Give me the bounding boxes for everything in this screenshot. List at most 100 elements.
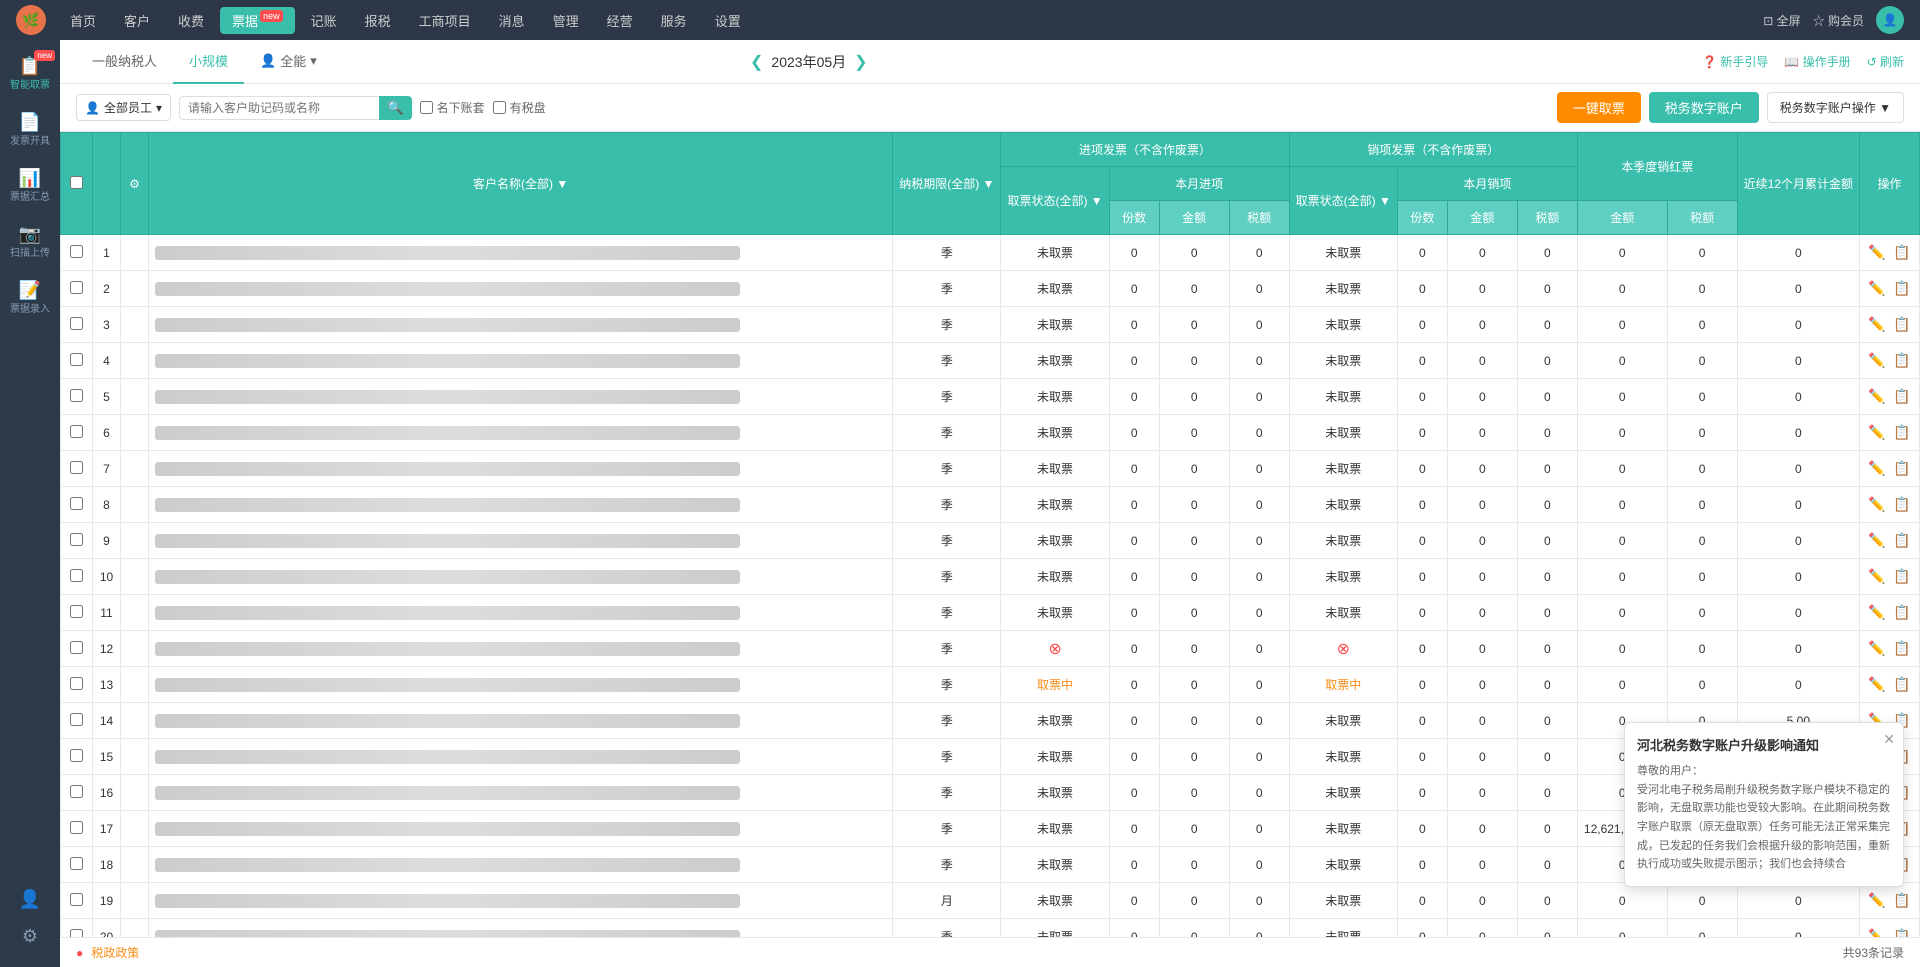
copy-button[interactable]: 📋 <box>1891 278 1912 299</box>
edit-button[interactable]: ✏️ <box>1866 386 1887 407</box>
sidebar-item-smart-ticket[interactable]: 📋 智能取票 new <box>3 48 57 100</box>
edit-button[interactable]: ✏️ <box>1866 422 1887 443</box>
sidebar-item-scan-upload[interactable]: 📷 扫描上传 <box>3 216 57 268</box>
row-checkbox[interactable] <box>70 389 83 402</box>
nav-item-settings[interactable]: 设置 <box>703 7 753 34</box>
one-click-ticket-button[interactable]: 一键取票 <box>1557 92 1641 123</box>
vip-button[interactable]: ☆ 购会员 <box>1813 12 1864 29</box>
col-input-status-header[interactable]: 取票状态(全部) ▼ <box>1001 167 1109 235</box>
col-name-header[interactable]: 客户名称(全部) ▼ <box>149 133 893 235</box>
edit-button[interactable]: ✏️ <box>1866 314 1887 335</box>
employee-select[interactable]: 👤 全部员工 ▾ <box>76 94 171 121</box>
tax-policy-label[interactable]: 税政政策 <box>91 944 139 961</box>
copy-button[interactable]: 📋 <box>1891 386 1912 407</box>
copy-button[interactable]: 📋 <box>1891 890 1912 911</box>
checkbox-accounts[interactable]: 名下账套 <box>420 99 485 116</box>
nav-item-account[interactable]: 记账 <box>299 7 349 34</box>
nav-item-ticket[interactable]: 票据new <box>220 7 295 34</box>
search-button[interactable]: 🔍 <box>379 96 412 120</box>
checkbox-tax-disk-input[interactable] <box>493 101 506 114</box>
row-check[interactable] <box>61 919 93 938</box>
row-check[interactable] <box>61 451 93 487</box>
refresh-button[interactable]: ↺ 刷新 <box>1867 53 1904 70</box>
row-check[interactable] <box>61 595 93 631</box>
edit-button[interactable]: ✏️ <box>1866 278 1887 299</box>
sidebar-item-ticket-entry[interactable]: 📝 票据录入 <box>3 272 57 324</box>
row-check[interactable] <box>61 343 93 379</box>
tab-small-scale[interactable]: 小规模 <box>173 40 244 84</box>
nav-item-service[interactable]: 服务 <box>649 7 699 34</box>
row-checkbox[interactable] <box>70 641 83 654</box>
nav-item-fee[interactable]: 收费 <box>166 7 216 34</box>
row-checkbox[interactable] <box>70 281 83 294</box>
row-checkbox[interactable] <box>70 893 83 906</box>
row-checkbox[interactable] <box>70 533 83 546</box>
row-checkbox[interactable] <box>70 461 83 474</box>
row-check[interactable] <box>61 847 93 883</box>
row-checkbox[interactable] <box>70 713 83 726</box>
row-check[interactable] <box>61 487 93 523</box>
checkbox-tax-disk[interactable]: 有税盘 <box>493 99 546 116</box>
sidebar-item-gear[interactable]: ⚙ <box>3 918 57 955</box>
row-checkbox[interactable] <box>70 785 83 798</box>
row-checkbox[interactable] <box>70 749 83 762</box>
row-check[interactable] <box>61 379 93 415</box>
row-checkbox[interactable] <box>70 353 83 366</box>
row-check[interactable] <box>61 703 93 739</box>
row-check[interactable] <box>61 523 93 559</box>
row-checkbox[interactable] <box>70 605 83 618</box>
nav-item-customer[interactable]: 客户 <box>112 7 162 34</box>
edit-button[interactable]: ✏️ <box>1866 530 1887 551</box>
row-check[interactable] <box>61 667 93 703</box>
copy-button[interactable]: 📋 <box>1891 350 1912 371</box>
popup-close-button[interactable]: ✕ <box>1883 731 1895 748</box>
row-checkbox[interactable] <box>70 245 83 258</box>
copy-button[interactable]: 📋 <box>1891 674 1912 695</box>
fullscreen-button[interactable]: ⊡ 全屏 <box>1763 12 1800 29</box>
nav-item-business[interactable]: 工商项目 <box>407 7 483 34</box>
edit-button[interactable]: ✏️ <box>1866 890 1887 911</box>
new-guide-button[interactable]: ❓ 新手引导 <box>1702 53 1768 70</box>
copy-button[interactable]: 📋 <box>1891 422 1912 443</box>
nav-item-operation[interactable]: 经营 <box>595 7 645 34</box>
search-input[interactable] <box>179 96 379 120</box>
edit-button[interactable]: ✏️ <box>1866 566 1887 587</box>
copy-button[interactable]: 📋 <box>1891 530 1912 551</box>
tab-general-taxpayer[interactable]: 一般纳税人 <box>76 40 173 84</box>
copy-button[interactable]: 📋 <box>1891 638 1912 659</box>
row-check[interactable] <box>61 559 93 595</box>
copy-button[interactable]: 📋 <box>1891 242 1912 263</box>
avatar[interactable]: 👤 <box>1876 6 1904 34</box>
copy-button[interactable]: 📋 <box>1891 566 1912 587</box>
period-next-button[interactable]: ❯ <box>854 52 867 72</box>
copy-button[interactable]: 📋 <box>1891 602 1912 623</box>
select-all-checkbox[interactable] <box>70 176 83 189</box>
edit-button[interactable]: ✏️ <box>1866 926 1887 937</box>
edit-button[interactable]: ✏️ <box>1866 638 1887 659</box>
row-check[interactable] <box>61 415 93 451</box>
row-checkbox[interactable] <box>70 677 83 690</box>
edit-button[interactable]: ✏️ <box>1866 494 1887 515</box>
edit-button[interactable]: ✏️ <box>1866 602 1887 623</box>
row-check[interactable] <box>61 271 93 307</box>
copy-button[interactable]: 📋 <box>1891 458 1912 479</box>
checkbox-accounts-input[interactable] <box>420 101 433 114</box>
copy-button[interactable]: 📋 <box>1891 926 1912 937</box>
row-checkbox[interactable] <box>70 821 83 834</box>
nav-item-message[interactable]: 消息 <box>487 7 537 34</box>
row-check[interactable] <box>61 811 93 847</box>
row-checkbox[interactable] <box>70 929 83 938</box>
tab-all-types[interactable]: 👤 全能 ▾ <box>244 40 333 84</box>
edit-button[interactable]: ✏️ <box>1866 458 1887 479</box>
row-check[interactable] <box>61 307 93 343</box>
col-tax-period-header[interactable]: 纳税期限(全部) ▼ <box>893 133 1001 235</box>
edit-button[interactable]: ✏️ <box>1866 674 1887 695</box>
copy-button[interactable]: 📋 <box>1891 314 1912 335</box>
row-check[interactable] <box>61 739 93 775</box>
nav-item-home[interactable]: 首页 <box>58 7 108 34</box>
sidebar-item-invoice-open[interactable]: 📄 发票开具 <box>3 104 57 156</box>
row-check[interactable] <box>61 631 93 667</box>
row-checkbox[interactable] <box>70 569 83 582</box>
row-checkbox[interactable] <box>70 317 83 330</box>
copy-button[interactable]: 📋 <box>1891 494 1912 515</box>
